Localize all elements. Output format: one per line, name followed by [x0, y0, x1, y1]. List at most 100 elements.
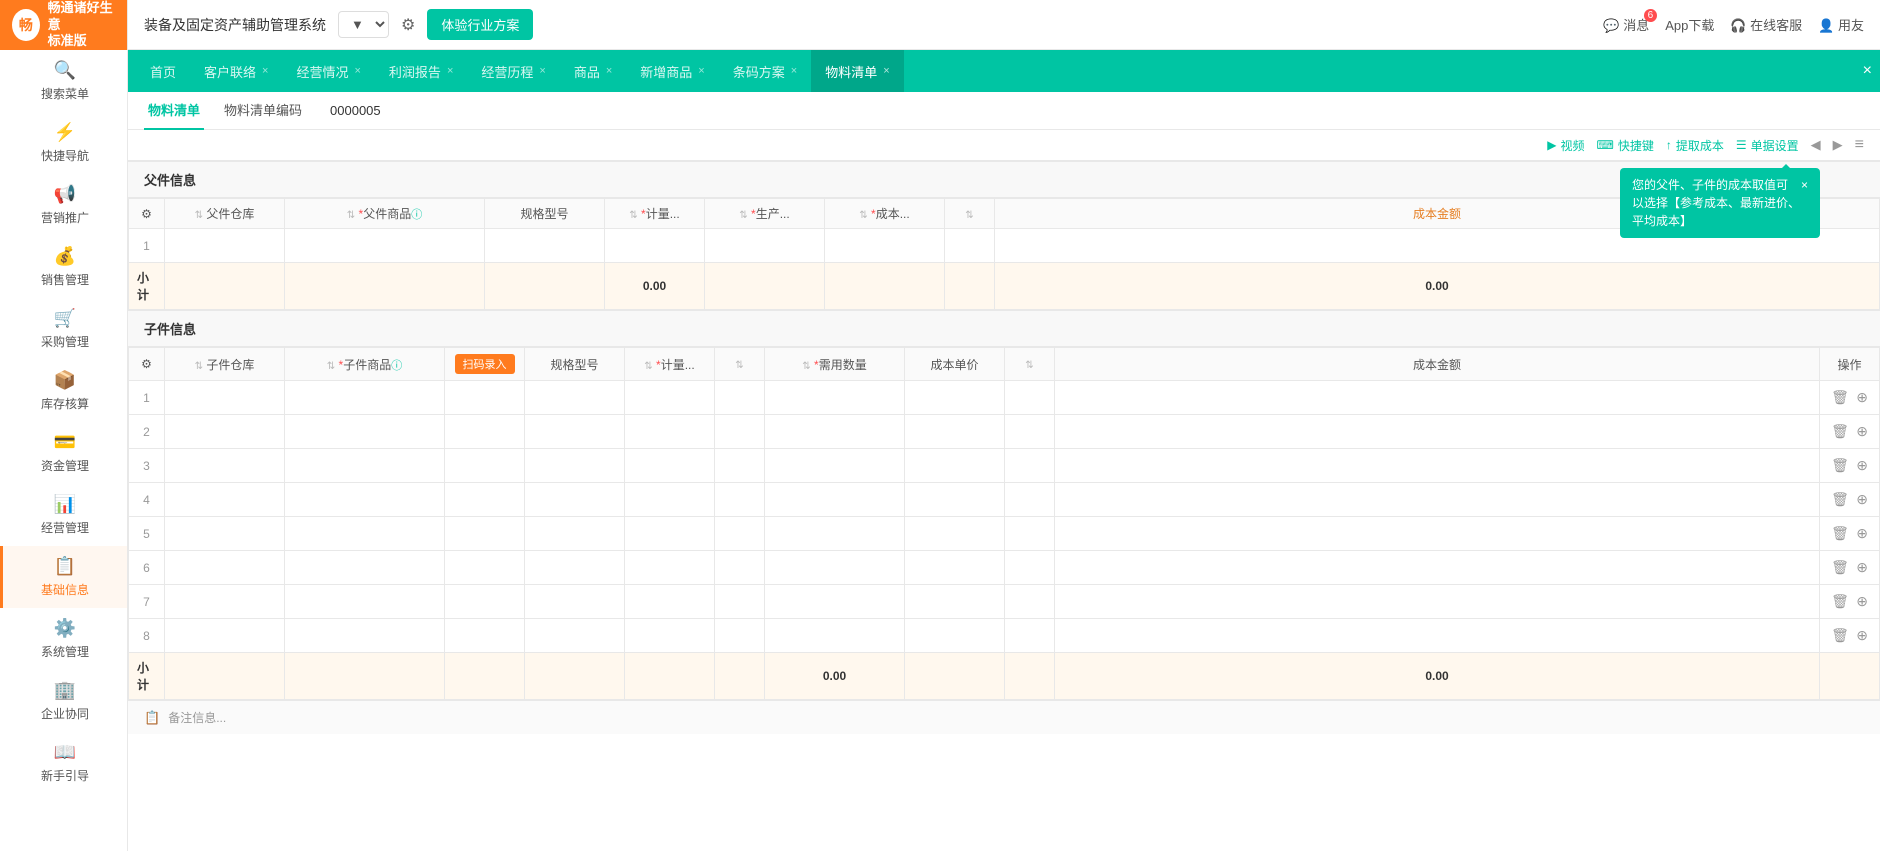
online-service-link[interactable]: 🎧 在线客服 — [1730, 15, 1802, 34]
sidebar-item-operations[interactable]: 📊 经营管理 — [0, 484, 127, 546]
parent-unit-cell[interactable] — [605, 229, 705, 263]
scan-button[interactable]: 扫码录入 — [455, 354, 515, 374]
gear-config-icon[interactable]: ⚙ — [141, 207, 152, 221]
tab-close-icon[interactable]: × — [698, 65, 704, 77]
copy-row-button[interactable]: ⊕ — [1854, 557, 1870, 578]
child-spec-cell[interactable] — [525, 483, 625, 517]
child-spec-cell[interactable] — [525, 619, 625, 653]
child-unit-cost-cell[interactable] — [905, 551, 1005, 585]
trial-button[interactable]: 体验行业方案 — [427, 9, 533, 40]
child-product-cell[interactable] — [285, 449, 445, 483]
child-warehouse-cell[interactable] — [165, 585, 285, 619]
child-unit-cell[interactable] — [625, 415, 715, 449]
copy-row-button[interactable]: ⊕ — [1854, 455, 1870, 476]
sidebar-item-guide[interactable]: 📖 新手引导 — [0, 732, 127, 794]
sidebar-item-inventory[interactable]: 📦 库存核算 — [0, 360, 127, 422]
sub-nav-bom[interactable]: 物料清单 — [144, 92, 204, 130]
sidebar-item-quick-nav[interactable]: ⚡ 快捷导航 — [0, 112, 127, 174]
parent-cost-cell[interactable] — [825, 229, 945, 263]
child-product-cell[interactable] — [285, 381, 445, 415]
copy-row-button[interactable]: ⊕ — [1854, 591, 1870, 612]
child-warehouse-cell[interactable] — [165, 449, 285, 483]
child-qty-cell[interactable] — [765, 483, 905, 517]
shortcut-button[interactable]: ⌨ 快捷键 — [1597, 137, 1654, 154]
message-notification[interactable]: 💬 消息 6 — [1603, 15, 1649, 34]
video-button[interactable]: ▶ 视频 — [1547, 137, 1584, 154]
child-qty-cell[interactable] — [765, 585, 905, 619]
tab-home[interactable]: 首页 — [136, 50, 190, 92]
child-warehouse-cell[interactable] — [165, 517, 285, 551]
child-qty-cell[interactable] — [765, 619, 905, 653]
sidebar-item-finance[interactable]: 💳 资金管理 — [0, 422, 127, 484]
parent-spec-cell[interactable] — [485, 229, 605, 263]
delete-row-button[interactable]: 🗑 — [1829, 557, 1851, 578]
tab-close-icon[interactable]: × — [262, 65, 268, 77]
nav-prev-button[interactable]: ◀ — [1811, 137, 1821, 153]
sidebar-item-marketing[interactable]: 📢 营销推广 — [0, 174, 127, 236]
user-avatar[interactable]: 👤 用友 — [1818, 15, 1864, 34]
extract-cost-button[interactable]: ↑ 提取成本 — [1666, 137, 1724, 154]
delete-row-button[interactable]: 🗑 — [1829, 489, 1851, 510]
gear-config-icon[interactable]: ⚙ — [141, 357, 152, 371]
tab-close-icon[interactable]: × — [791, 65, 797, 77]
system-dropdown[interactable]: ▼ — [338, 11, 389, 38]
nav-next-button[interactable]: ▶ — [1833, 137, 1843, 153]
child-unit-cell[interactable] — [625, 619, 715, 653]
child-qty-cell[interactable] — [765, 449, 905, 483]
delete-row-button[interactable]: 🗑 — [1829, 387, 1851, 408]
sidebar-item-purchase[interactable]: 🛒 采购管理 — [0, 298, 127, 360]
child-product-cell[interactable] — [285, 585, 445, 619]
delete-row-button[interactable]: 🗑 — [1829, 421, 1851, 442]
delete-row-button[interactable]: 🗑 — [1829, 455, 1851, 476]
child-unit-cell[interactable] — [625, 449, 715, 483]
child-qty-cell[interactable] — [765, 517, 905, 551]
child-product-cell[interactable] — [285, 483, 445, 517]
child-unit-cost-cell[interactable] — [905, 619, 1005, 653]
child-spec-cell[interactable] — [525, 517, 625, 551]
tab-close-icon[interactable]: × — [606, 65, 612, 77]
tab-bom[interactable]: 物料清单 × — [811, 50, 903, 92]
child-warehouse-cell[interactable] — [165, 551, 285, 585]
child-qty-cell[interactable] — [765, 415, 905, 449]
child-spec-cell[interactable] — [525, 415, 625, 449]
tab-history[interactable]: 经营历程 × — [467, 50, 559, 92]
child-warehouse-cell[interactable] — [165, 381, 285, 415]
sidebar-item-sales[interactable]: 💰 销售管理 — [0, 236, 127, 298]
tab-new-product[interactable]: 新增商品 × — [626, 50, 718, 92]
child-product-cell[interactable] — [285, 517, 445, 551]
child-spec-cell[interactable] — [525, 585, 625, 619]
copy-row-button[interactable]: ⊕ — [1854, 421, 1870, 442]
child-spec-cell[interactable] — [525, 381, 625, 415]
child-spec-cell[interactable] — [525, 449, 625, 483]
settings-gear-button[interactable]: ⚙ — [401, 15, 415, 35]
tooltip-close-button[interactable]: × — [1801, 176, 1808, 194]
child-warehouse-cell[interactable] — [165, 619, 285, 653]
sidebar-item-basic-info[interactable]: 📋 基础信息 — [0, 546, 127, 608]
tab-close-icon[interactable]: × — [354, 65, 360, 77]
copy-row-button[interactable]: ⊕ — [1854, 387, 1870, 408]
copy-row-button[interactable]: ⊕ — [1854, 489, 1870, 510]
delete-row-button[interactable]: 🗑 — [1829, 591, 1851, 612]
child-warehouse-cell[interactable] — [165, 483, 285, 517]
child-spec-cell[interactable] — [525, 551, 625, 585]
copy-row-button[interactable]: ⊕ — [1854, 625, 1870, 646]
tab-close-icon[interactable]: × — [447, 65, 453, 77]
sub-nav-code[interactable]: 物料清单编码 — [220, 92, 306, 130]
tab-operations[interactable]: 经营情况 × — [282, 50, 374, 92]
child-unit-cost-cell[interactable] — [905, 585, 1005, 619]
child-product-cell[interactable] — [285, 415, 445, 449]
sidebar-item-system[interactable]: ⚙️ 系统管理 — [0, 608, 127, 670]
child-qty-cell[interactable] — [765, 381, 905, 415]
grid-view-button[interactable]: ≡ — [1855, 136, 1864, 154]
copy-row-button[interactable]: ⊕ — [1854, 523, 1870, 544]
app-download-link[interactable]: App下载 — [1665, 15, 1714, 34]
child-qty-cell[interactable] — [765, 551, 905, 585]
child-unit-cell[interactable] — [625, 483, 715, 517]
child-unit-cost-cell[interactable] — [905, 381, 1005, 415]
single-settings-button[interactable]: ☰ 单据设置 — [1736, 137, 1799, 154]
parent-warehouse-cell[interactable] — [165, 229, 285, 263]
child-unit-cell[interactable] — [625, 551, 715, 585]
child-product-cell[interactable] — [285, 551, 445, 585]
parent-product-cell[interactable] — [285, 229, 485, 263]
tab-close-icon[interactable]: × — [883, 65, 889, 77]
